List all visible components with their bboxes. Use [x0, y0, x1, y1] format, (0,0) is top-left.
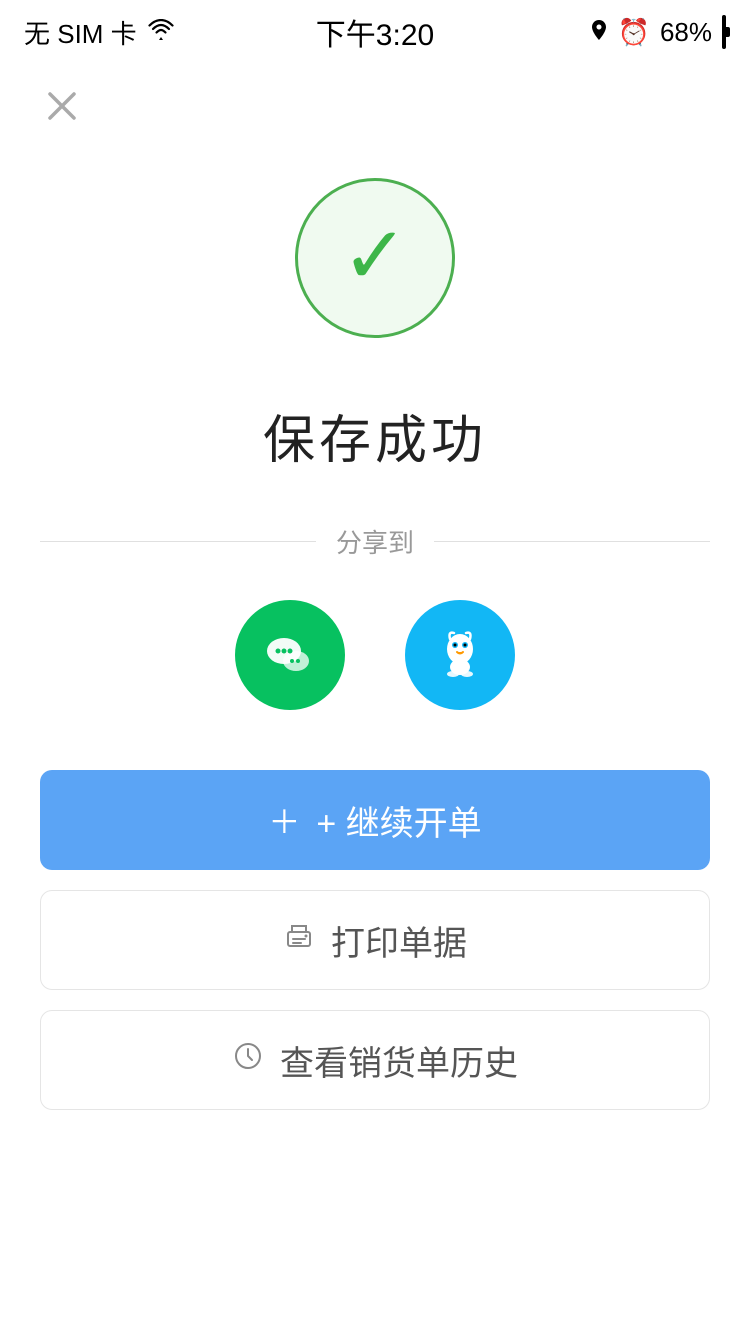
action-buttons: ＋ + 继续开单 打印单据 查看销货单历史 [40, 770, 710, 1110]
close-button[interactable] [40, 84, 84, 128]
continue-label: + 继续开单 [316, 796, 481, 845]
location-icon [590, 17, 608, 48]
continue-button[interactable]: ＋ + 继续开单 [40, 770, 710, 870]
checkmark-icon: ✓ [341, 216, 408, 296]
print-icon [283, 920, 315, 960]
divider-line-right [434, 541, 710, 542]
print-button[interactable]: 打印单据 [40, 890, 710, 990]
status-right: ⏰ 68% [590, 17, 726, 48]
divider-line-left [40, 541, 316, 542]
status-left: 无 SIM 卡 [24, 14, 175, 51]
success-title: 保存成功 [263, 398, 487, 473]
print-label: 打印单据 [331, 916, 467, 965]
share-label: 分享到 [316, 523, 434, 560]
wifi-icon [147, 17, 175, 48]
alarm-icon: ⏰ [618, 17, 650, 48]
no-sim-text: 无 SIM 卡 [24, 14, 137, 51]
close-button-row [0, 64, 750, 148]
status-time: 下午3:20 [316, 10, 434, 54]
history-button[interactable]: 查看销货单历史 [40, 1010, 710, 1110]
main-content: ✓ 保存成功 分享到 [0, 148, 750, 1110]
share-divider: 分享到 [40, 523, 710, 560]
plus-icon: ＋ [268, 797, 300, 843]
battery-icon [722, 17, 726, 48]
success-circle: ✓ [295, 178, 455, 338]
history-icon [232, 1040, 264, 1080]
history-label: 查看销货单历史 [280, 1036, 518, 1085]
share-icons-row [235, 600, 515, 710]
qq-share-button[interactable] [405, 600, 515, 710]
battery-percentage: 68% [660, 17, 712, 48]
wechat-share-button[interactable] [235, 600, 345, 710]
status-bar: 无 SIM 卡 下午3:20 ⏰ 68% [0, 0, 750, 64]
